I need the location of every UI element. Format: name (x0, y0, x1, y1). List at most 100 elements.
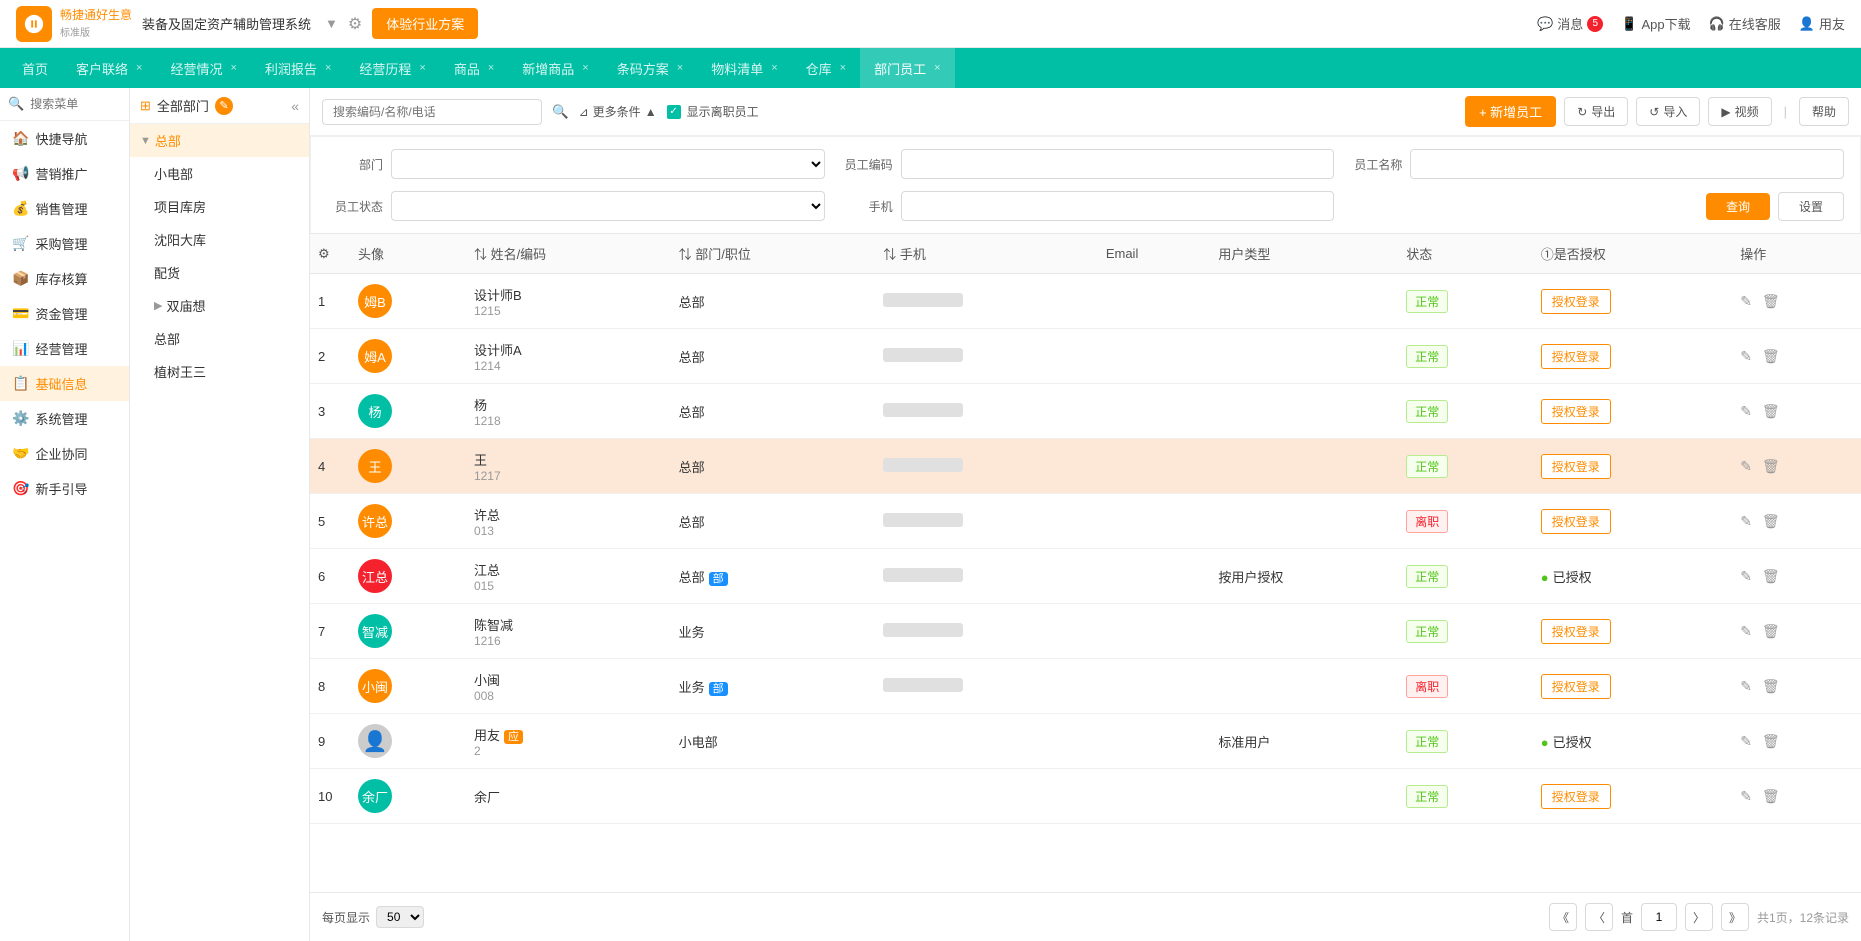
edit-icon[interactable]: ✎ (1740, 348, 1752, 365)
phone-input[interactable] (901, 191, 1335, 221)
edit-icon[interactable]: ✎ (1740, 293, 1752, 310)
collapse-icon[interactable]: « (291, 98, 299, 114)
row-auth[interactable]: 授权登录 (1533, 384, 1732, 439)
close-icon[interactable]: × (419, 62, 425, 74)
delete-icon[interactable]: 🗑 (1762, 403, 1780, 420)
delete-icon[interactable]: 🗑 (1762, 678, 1780, 695)
show-resigned-checkbox[interactable] (667, 105, 681, 119)
authorize-button[interactable]: 授权登录 (1541, 674, 1611, 699)
sidebar-item-purchase[interactable]: 🛒 采购管理 (0, 226, 129, 261)
sidebar-item-quicknav[interactable]: 🏠 快捷导航 (0, 121, 129, 156)
help-button[interactable]: 帮助 (1799, 97, 1849, 126)
delete-icon[interactable]: 🗑 (1762, 513, 1780, 530)
close-icon[interactable]: × (840, 62, 846, 74)
dept-tree-item-zb[interactable]: 总部 (130, 322, 309, 355)
sidebar-search-input[interactable] (30, 97, 110, 111)
more-filter-button[interactable]: ⊿ 更多条件 ▲ (579, 103, 657, 120)
delete-icon[interactable]: 🗑 (1762, 348, 1780, 365)
row-auth[interactable]: 授权登录 (1533, 659, 1732, 714)
tab-employees[interactable]: 部门员工 × (860, 48, 954, 88)
tab-operation[interactable]: 经营情况 × (156, 48, 250, 88)
sidebar-item-collab[interactable]: 🤝 企业协同 (0, 436, 129, 471)
dept-tree-item-xd[interactable]: 小电部 (130, 157, 309, 190)
page-size-select[interactable]: 50 (376, 906, 424, 928)
delete-icon[interactable]: 🗑 (1762, 458, 1780, 475)
tab-warehouse[interactable]: 仓库 × (792, 48, 860, 88)
close-icon[interactable]: × (488, 62, 494, 74)
delete-icon[interactable]: 🗑 (1762, 733, 1780, 750)
edit-icon[interactable]: ✎ (1740, 623, 1752, 640)
prev-page-button[interactable]: 〈 (1585, 903, 1613, 931)
dept-tree-item-sy[interactable]: 沈阳大库 (130, 223, 309, 256)
tab-new-goods[interactable]: 新增商品 × (508, 48, 602, 88)
dept-edit-icon[interactable]: ✎ (215, 97, 233, 115)
sidebar-item-basic[interactable]: 📋 基础信息 (0, 366, 129, 401)
emp-name-input[interactable] (1410, 149, 1844, 179)
close-icon[interactable]: × (677, 62, 683, 74)
row-auth[interactable]: 授权登录 (1533, 329, 1732, 384)
sidebar-item-inventory[interactable]: 📦 库存核算 (0, 261, 129, 296)
tab-goods[interactable]: 商品 × (440, 48, 508, 88)
emp-code-input[interactable] (901, 149, 1335, 179)
user-button[interactable]: 👤 用友 (1799, 14, 1845, 33)
edit-icon[interactable]: ✎ (1740, 403, 1752, 420)
online-service-button[interactable]: 🎧 在线客服 (1709, 14, 1781, 33)
dept-tree-item-xm[interactable]: 项目库房 (130, 190, 309, 223)
search-input[interactable] (322, 99, 542, 125)
add-employee-button[interactable]: + 新增员工 (1465, 96, 1556, 127)
dept-tree-item-zs[interactable]: 植树王三 (130, 355, 309, 388)
trial-button[interactable]: 体验行业方案 (372, 8, 478, 39)
tab-profit[interactable]: 利润报告 × (251, 48, 345, 88)
reset-button[interactable]: 设置 (1778, 192, 1844, 221)
close-icon[interactable]: × (934, 62, 940, 74)
sidebar-item-guide[interactable]: 🎯 新手引导 (0, 471, 129, 506)
sidebar-item-marketing[interactable]: 📢 营销推广 (0, 156, 129, 191)
dept-tree-item-sm[interactable]: ▶ 双庙想 (130, 289, 309, 322)
edit-icon[interactable]: ✎ (1740, 513, 1752, 530)
authorize-button[interactable]: 授权登录 (1541, 344, 1611, 369)
row-auth[interactable]: 授权登录 (1533, 769, 1732, 824)
show-resigned-toggle[interactable]: 显示离职员工 (667, 103, 759, 120)
first-page-button[interactable]: 《 (1549, 903, 1577, 931)
delete-icon[interactable]: 🗑 (1762, 568, 1780, 585)
edit-icon[interactable]: ✎ (1740, 733, 1752, 750)
tab-barcode[interactable]: 条码方案 × (603, 48, 697, 88)
app-download-button[interactable]: 📱 App下载 (1621, 14, 1690, 33)
video-button[interactable]: ▶ 视频 (1708, 97, 1771, 126)
close-icon[interactable]: × (771, 62, 777, 74)
authorize-button[interactable]: 授权登录 (1541, 289, 1611, 314)
delete-icon[interactable]: 🗑 (1762, 788, 1780, 805)
export-button[interactable]: ↻ 导出 (1564, 97, 1628, 126)
authorize-button[interactable]: 授权登录 (1541, 784, 1611, 809)
authorize-button[interactable]: 授权登录 (1541, 454, 1611, 479)
dept-tree-item-hq[interactable]: ▼ 总部 (130, 124, 309, 157)
sidebar-item-system[interactable]: ⚙️ 系统管理 (0, 401, 129, 436)
filter-search-button[interactable]: 🔍 (552, 104, 569, 120)
dept-tree-item-ph[interactable]: 配货 (130, 256, 309, 289)
import-button[interactable]: ↺ 导入 (1636, 97, 1700, 126)
settings-button[interactable]: ⚙ (348, 14, 362, 34)
row-auth[interactable]: 授权登录 (1533, 439, 1732, 494)
close-icon[interactable]: × (582, 62, 588, 74)
edit-icon[interactable]: ✎ (1740, 568, 1752, 585)
tab-bom[interactable]: 物料清单 × (697, 48, 791, 88)
col-settings[interactable]: ⚙ (310, 234, 350, 274)
tab-history[interactable]: 经营历程 × (345, 48, 439, 88)
row-auth[interactable]: 授权登录 (1533, 494, 1732, 549)
sidebar-item-management[interactable]: 📊 经营管理 (0, 331, 129, 366)
delete-icon[interactable]: 🗑 (1762, 293, 1780, 310)
dept-select[interactable] (391, 149, 825, 179)
close-icon[interactable]: × (230, 62, 236, 74)
authorize-button[interactable]: 授权登录 (1541, 619, 1611, 644)
next-page-button[interactable]: 〉 (1685, 903, 1713, 931)
row-auth[interactable]: 授权登录 (1533, 274, 1732, 329)
close-icon[interactable]: × (136, 62, 142, 74)
tab-customer[interactable]: 客户联络 × (62, 48, 156, 88)
edit-icon[interactable]: ✎ (1740, 788, 1752, 805)
row-auth[interactable]: 授权登录 (1533, 604, 1732, 659)
tab-home[interactable]: 首页 (8, 48, 62, 88)
query-button[interactable]: 查询 (1706, 193, 1770, 220)
last-page-button[interactable]: 》 (1721, 903, 1749, 931)
sidebar-item-finance[interactable]: 💳 资金管理 (0, 296, 129, 331)
authorize-button[interactable]: 授权登录 (1541, 399, 1611, 424)
